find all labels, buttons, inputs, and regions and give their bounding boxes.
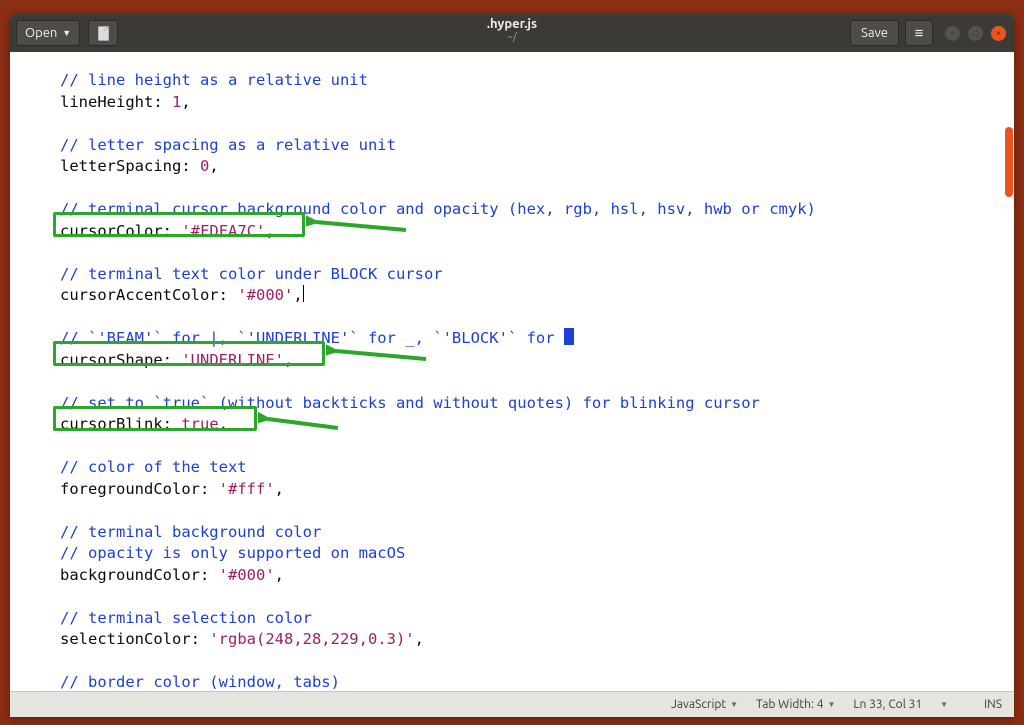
status-bar: JavaScript ▼ Tab Width: 4 ▼ Ln 33, Col 3… — [10, 691, 1014, 717]
cursor-position[interactable]: Ln 33, Col 31 — [853, 698, 922, 711]
comment: // terminal text color under BLOCK curso… — [60, 265, 443, 283]
value: 'UNDERLINE' — [181, 351, 284, 369]
property: letterSpacing: — [60, 157, 191, 175]
value: 'rgba(248,28,229,0.3)' — [209, 630, 414, 648]
comment: // opacity is only supported on macOS — [60, 544, 405, 562]
editor-area[interactable]: // line height as a relative unit lineHe… — [10, 52, 1014, 691]
tab-width-label: Tab Width: 4 — [756, 698, 823, 711]
comment: // terminal background color — [60, 523, 321, 541]
punct: , — [265, 222, 274, 240]
filename: .hyper.js — [487, 17, 537, 31]
text-caret — [303, 285, 304, 302]
minimize-icon: – — [950, 28, 954, 38]
property: cursorAccentColor: — [60, 286, 228, 304]
save-label: Save — [861, 26, 888, 40]
comment: // line height as a relative unit — [60, 71, 368, 89]
property: backgroundColor: — [60, 566, 209, 584]
window-controls: – □ × — [945, 26, 1006, 41]
comment: // `'BEAM'` for |, `'UNDERLINE'` for _, … — [60, 329, 564, 347]
tab-width-selector[interactable]: Tab Width: 4 ▼ — [756, 698, 835, 711]
property: cursorShape: — [60, 351, 172, 369]
value: '#FDFA7C' — [181, 222, 265, 240]
maximize-button[interactable]: □ — [968, 26, 983, 41]
language-label: JavaScript — [671, 698, 726, 711]
punct: , — [275, 566, 284, 584]
close-button[interactable]: × — [991, 26, 1006, 41]
open-button[interactable]: Open ▼ — [16, 20, 80, 46]
file-path: ~/ — [487, 31, 537, 42]
hamburger-icon: ≡ — [915, 24, 924, 42]
close-icon: × — [996, 28, 1001, 38]
property: selectionColor: — [60, 630, 200, 648]
property: cursorColor: — [60, 222, 172, 240]
comment: // letter spacing as a relative unit — [60, 136, 396, 154]
scrollbar-thumb[interactable] — [1005, 127, 1013, 197]
comment: // border color (window, tabs) — [60, 673, 340, 691]
minimize-button[interactable]: – — [945, 26, 960, 41]
punct: , — [209, 157, 218, 175]
chevron-down-icon: ▼ — [827, 700, 835, 709]
position-label: Ln 33, Col 31 — [853, 698, 922, 711]
punct: , — [181, 93, 190, 111]
value: true — [181, 415, 218, 433]
mode-label: INS — [984, 698, 1002, 711]
value: 0 — [200, 157, 209, 175]
hamburger-menu-button[interactable]: ≡ — [905, 20, 933, 46]
comment: // terminal selection color — [60, 609, 312, 627]
value: '#fff' — [219, 480, 275, 498]
property: cursorBlink: — [60, 415, 172, 433]
code-editor[interactable]: // line height as a relative unit lineHe… — [10, 52, 1014, 691]
punct: , — [415, 630, 424, 648]
insert-mode[interactable]: INS — [984, 698, 1002, 711]
new-document-button[interactable] — [88, 20, 118, 46]
chevron-down-icon: ▼ — [62, 28, 71, 38]
open-label: Open — [25, 26, 57, 40]
value: 1 — [172, 93, 181, 111]
chevron-down-icon: ▼ — [730, 700, 738, 709]
window-title: .hyper.js ~/ — [487, 17, 537, 42]
punct: , — [284, 351, 293, 369]
punct: , — [275, 480, 284, 498]
titlebar: Open ▼ .hyper.js ~/ Save ≡ – □ × — [10, 14, 1014, 52]
maximize-icon: □ — [973, 28, 978, 38]
save-button[interactable]: Save — [850, 20, 899, 46]
language-selector[interactable]: JavaScript ▼ — [671, 698, 738, 711]
value: '#000' — [219, 566, 275, 584]
block-cursor-glyph — [564, 328, 574, 345]
chevron-down-icon: ▼ — [940, 700, 948, 709]
scrollbar[interactable] — [1004, 52, 1014, 691]
comment: // set to `true` (without backticks and … — [60, 394, 760, 412]
property: foregroundColor: — [60, 480, 209, 498]
punct: , — [219, 415, 228, 433]
new-document-icon — [96, 26, 111, 41]
comment: // terminal cursor background color and … — [60, 200, 816, 218]
property: lineHeight: — [60, 93, 163, 111]
punct: , — [293, 286, 302, 304]
editor-window: Open ▼ .hyper.js ~/ Save ≡ – □ × // line… — [10, 14, 1014, 717]
value: '#000' — [237, 286, 293, 304]
comment: // color of the text — [60, 458, 247, 476]
